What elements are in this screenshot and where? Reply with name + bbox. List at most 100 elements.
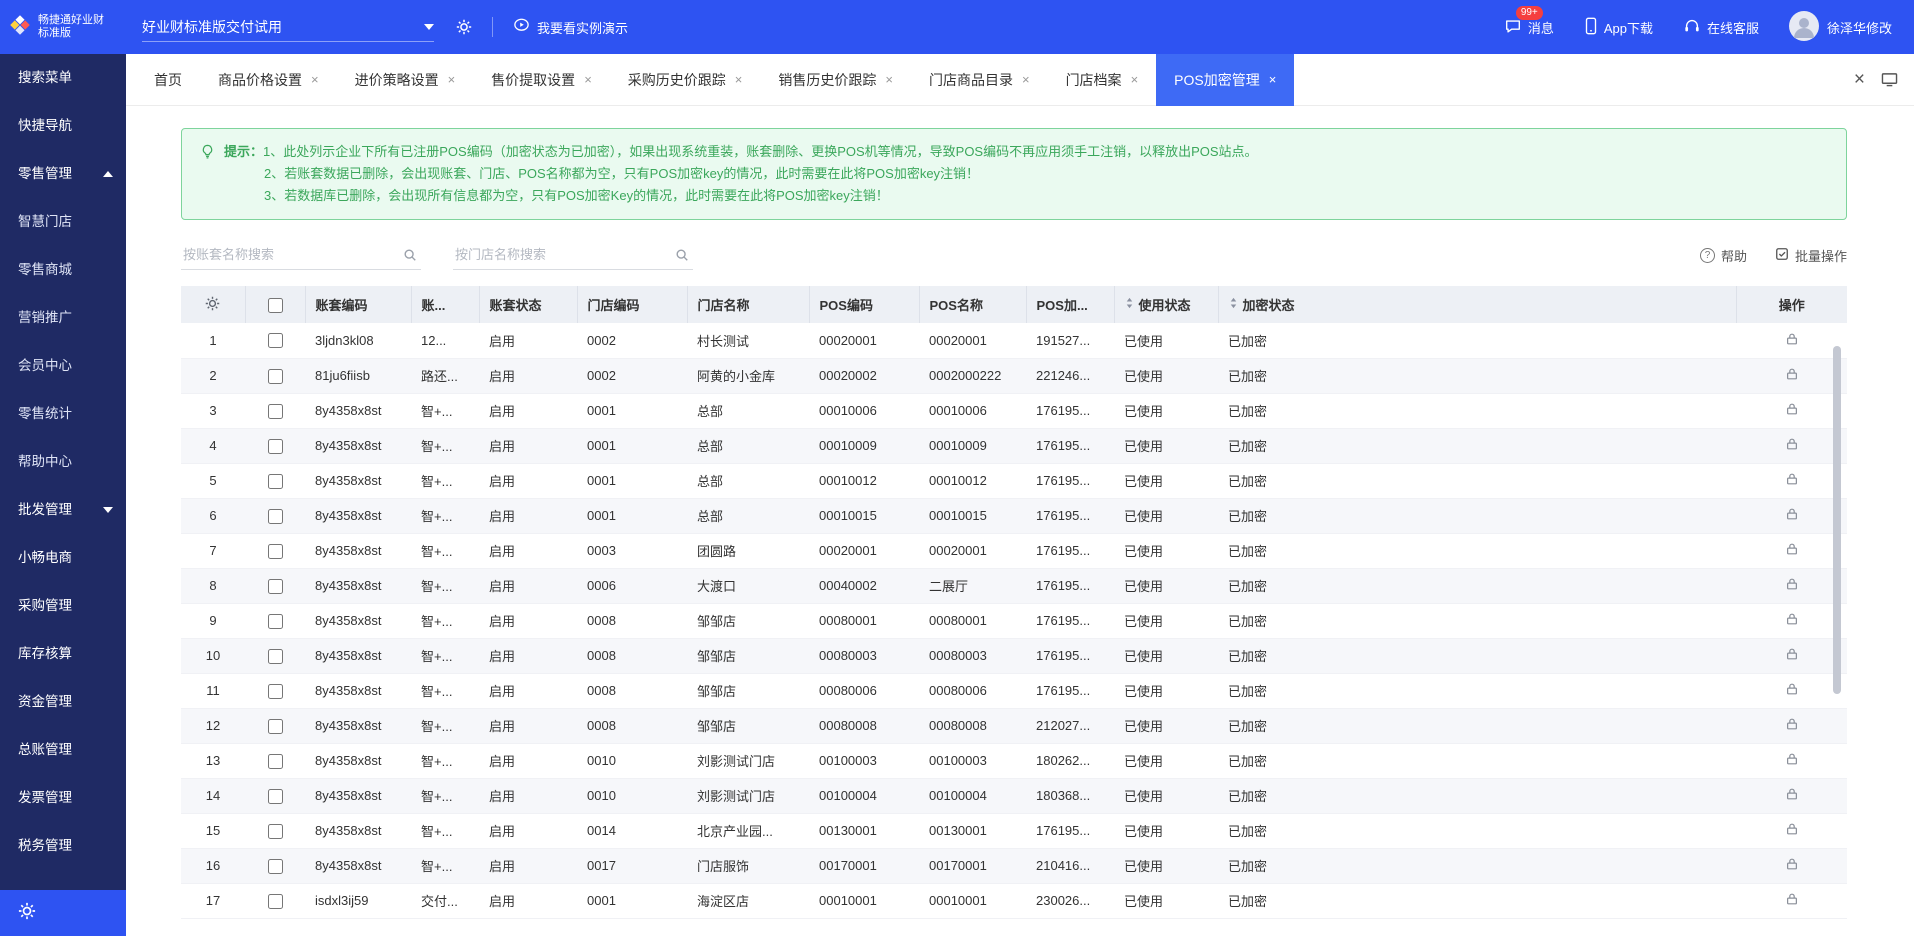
row-checkbox[interactable]	[267, 613, 283, 629]
lock-icon[interactable]	[1785, 507, 1799, 521]
lock-icon[interactable]	[1785, 857, 1799, 871]
sidebar-item-13[interactable]: 资金管理	[0, 678, 126, 726]
search-icon[interactable]	[399, 248, 421, 262]
demo-button[interactable]: 我要看实例演示	[513, 17, 628, 37]
lock-icon[interactable]	[1785, 402, 1799, 416]
table-row: 16 8y4358x8st 智+... 启用 0017 门店服饰 00170001 00170…	[181, 848, 1847, 884]
sidebar-item-16[interactable]: 税务管理	[0, 822, 126, 870]
tab-item-1[interactable]: 商品价格设置 ×	[200, 54, 337, 106]
sidebar-item-3[interactable]: 智慧门店	[0, 198, 126, 246]
tab-item-2[interactable]: 进价策略设置 ×	[337, 54, 474, 106]
sidebar-item-8[interactable]: 帮助中心	[0, 438, 126, 486]
column-header-encrypt_status[interactable]: 加密状态	[1218, 286, 1737, 323]
column-header-use_status[interactable]: 使用状态	[1114, 286, 1219, 323]
scrollbar-thumb[interactable]	[1833, 346, 1841, 694]
sidebar-item-5[interactable]: 营销推广	[0, 294, 126, 342]
lock-icon[interactable]	[1785, 332, 1799, 346]
row-checkbox[interactable]	[267, 473, 283, 489]
sidebar-item-0[interactable]: 搜索菜单	[0, 54, 126, 102]
row-checkbox[interactable]	[267, 753, 283, 769]
tab-item-3[interactable]: 售价提取设置 ×	[473, 54, 610, 106]
select-all-checkbox[interactable]	[267, 297, 283, 313]
row-checkbox[interactable]	[267, 858, 283, 874]
sidebar-item-7[interactable]: 零售统计	[0, 390, 126, 438]
row-checkbox[interactable]	[267, 438, 283, 454]
messages-button[interactable]: 99+ 消息	[1504, 5, 1554, 38]
tab-item-7[interactable]: 门店档案 ×	[1048, 54, 1157, 106]
row-checkbox-cell	[245, 498, 305, 534]
cell-account_status: 启用	[479, 358, 577, 394]
row-checkbox[interactable]	[267, 333, 283, 349]
tab-item-8[interactable]: POS加密管理 ×	[1156, 53, 1295, 106]
tab-close-icon[interactable]: ×	[448, 73, 456, 86]
sidebar-item-15[interactable]: 发票管理	[0, 774, 126, 822]
row-checkbox[interactable]	[267, 718, 283, 734]
lock-icon[interactable]	[1785, 787, 1799, 801]
row-checkbox[interactable]	[267, 648, 283, 664]
app-download-button[interactable]: App下载	[1584, 17, 1653, 38]
lock-icon[interactable]	[1785, 647, 1799, 661]
lock-icon[interactable]	[1785, 717, 1799, 731]
cell-encrypt_status: 已加密	[1218, 673, 1736, 709]
cell-pos_key: 176195...	[1026, 428, 1114, 464]
tab-item-4[interactable]: 采购历史价跟踪 ×	[610, 54, 761, 106]
sidebar-item-12[interactable]: 库存核算	[0, 630, 126, 678]
sidebar-item-9[interactable]: 批发管理	[0, 486, 126, 534]
help-button[interactable]: ? 帮助	[1699, 246, 1747, 265]
lock-icon[interactable]	[1785, 752, 1799, 766]
row-checkbox[interactable]	[267, 683, 283, 699]
column-settings-gear-icon[interactable]	[181, 286, 246, 323]
tab-close-icon[interactable]: ×	[311, 73, 319, 86]
close-all-tabs-button[interactable]: ×	[1854, 70, 1865, 89]
sidebar-item-14[interactable]: 总账管理	[0, 726, 126, 774]
lock-icon[interactable]	[1785, 822, 1799, 836]
tab-item-0[interactable]: 首页	[136, 54, 200, 106]
tab-close-icon[interactable]: ×	[885, 73, 893, 86]
cell-account_status: 启用	[479, 568, 577, 604]
row-checkbox[interactable]	[267, 823, 283, 839]
sidebar-item-11[interactable]: 采购管理	[0, 582, 126, 630]
sort-icon[interactable]	[1229, 297, 1238, 312]
chevron-down-icon	[103, 507, 113, 513]
tab-close-icon[interactable]: ×	[1131, 73, 1139, 86]
tab-close-icon[interactable]: ×	[1022, 73, 1030, 86]
row-checkbox[interactable]	[267, 578, 283, 594]
settings-gear-button[interactable]	[456, 19, 472, 35]
tip-line-1: 提示：1、此处列示企业下所有已注册POS编码（加密状态为已加密），如果出现系统重…	[224, 144, 1258, 159]
sidebar-item-6[interactable]: 会员中心	[0, 342, 126, 390]
row-checkbox[interactable]	[267, 788, 283, 804]
tab-close-icon[interactable]: ×	[1269, 73, 1277, 86]
tab-close-icon[interactable]: ×	[584, 73, 592, 86]
lock-icon[interactable]	[1785, 612, 1799, 626]
row-checkbox[interactable]	[267, 368, 283, 384]
lock-icon[interactable]	[1785, 682, 1799, 696]
row-checkbox[interactable]	[267, 543, 283, 559]
sidebar-settings-button[interactable]	[0, 890, 126, 936]
lock-icon[interactable]	[1785, 892, 1799, 906]
batch-operation-button[interactable]: 批量操作	[1775, 246, 1847, 265]
fullscreen-icon[interactable]	[1881, 72, 1898, 87]
search-icon[interactable]	[671, 248, 693, 262]
online-service-button[interactable]: 在线客服	[1683, 17, 1759, 38]
lock-icon[interactable]	[1785, 542, 1799, 556]
lock-icon[interactable]	[1785, 367, 1799, 381]
tab-item-5[interactable]: 销售历史价跟踪 ×	[760, 54, 911, 106]
tab-close-icon[interactable]: ×	[735, 73, 743, 86]
tab-item-6[interactable]: 门店商品目录 ×	[911, 54, 1048, 106]
store-search-input[interactable]	[453, 246, 671, 263]
sidebar-item-4[interactable]: 零售商城	[0, 246, 126, 294]
lock-icon[interactable]	[1785, 437, 1799, 451]
row-checkbox[interactable]	[267, 893, 283, 909]
sidebar-item-1[interactable]: 快捷导航	[0, 102, 126, 150]
table-scrollbar[interactable]	[1833, 346, 1841, 906]
row-checkbox[interactable]	[267, 403, 283, 419]
sidebar-item-10[interactable]: 小畅电商	[0, 534, 126, 582]
sort-icon[interactable]	[1125, 297, 1134, 312]
lock-icon[interactable]	[1785, 577, 1799, 591]
account-search-input[interactable]	[181, 246, 399, 263]
org-selector-dropdown[interactable]: 好业财标准版交付试用	[142, 12, 434, 42]
sidebar-item-2[interactable]: 零售管理	[0, 150, 126, 198]
lock-icon[interactable]	[1785, 472, 1799, 486]
user-menu[interactable]: 徐泽华修改	[1788, 10, 1892, 44]
row-checkbox[interactable]	[267, 508, 283, 524]
